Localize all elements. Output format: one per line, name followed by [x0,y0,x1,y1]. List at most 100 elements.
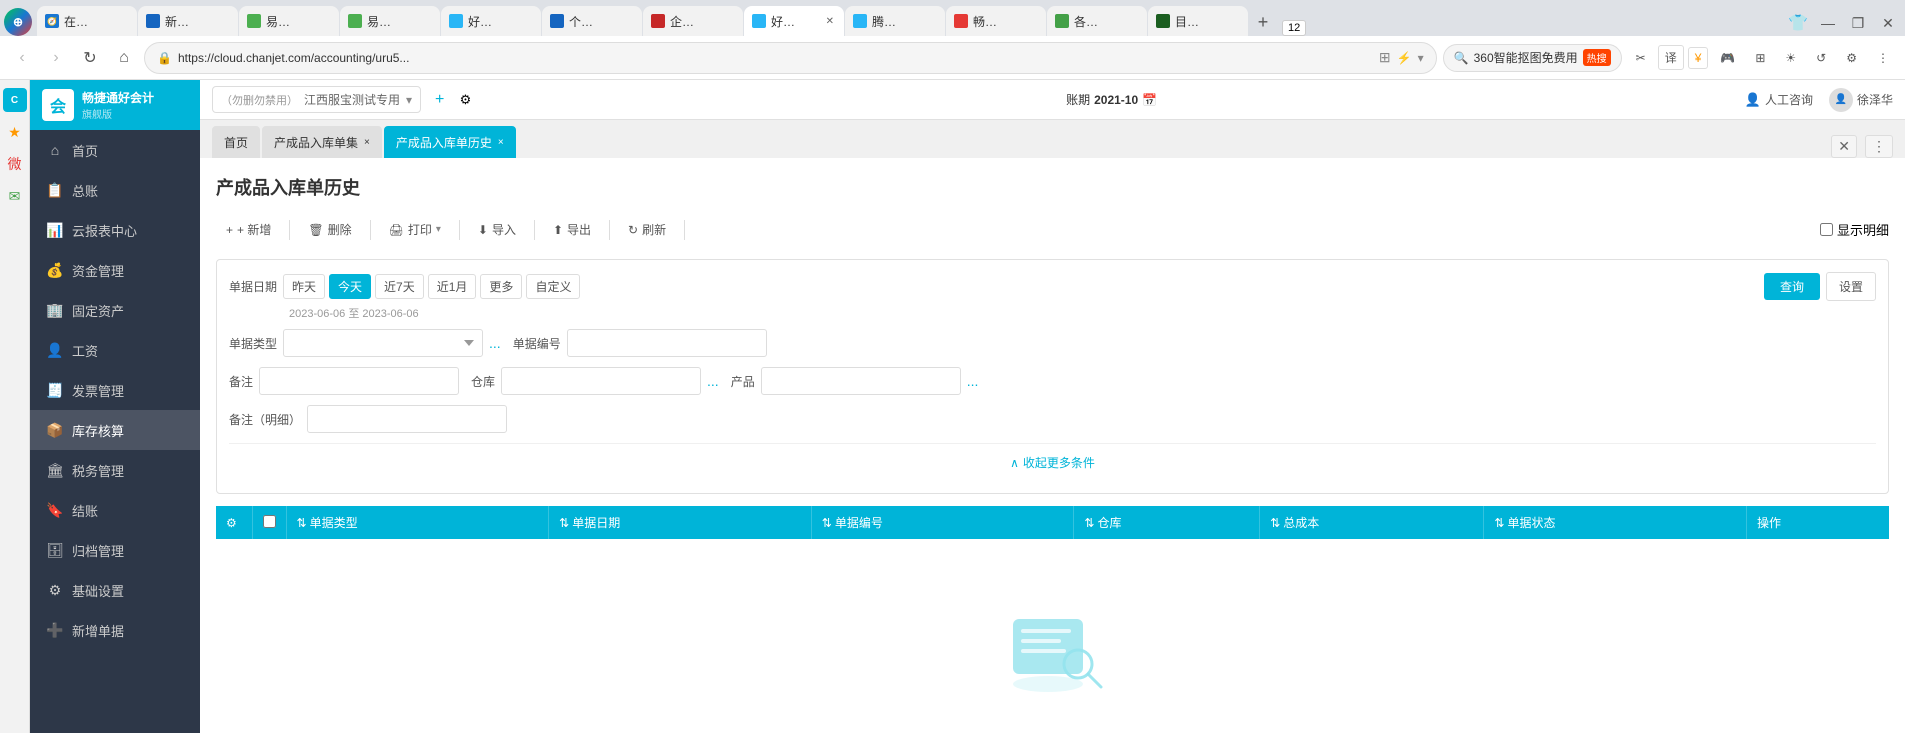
sidebar-item-fixed-assets[interactable]: 🏢 固定资产 [30,290,200,330]
breadcrumb-home-label: 首页 [224,134,248,151]
tab-item[interactable]: 易… [340,6,440,36]
sidebar-item-tax[interactable]: 🏛 税务管理 [30,450,200,490]
tab-close-right-button[interactable]: ✕ [1831,135,1857,158]
icon-bar-item[interactable]: ✉ [3,184,27,208]
breadcrumb-close-icon[interactable]: × [364,137,370,148]
breadcrumb-bill-list[interactable]: 产成品入库单集 × [262,126,382,158]
sidebar-item-cloud-report[interactable]: 📊 云报表中心 [30,210,200,250]
date-1month-btn[interactable]: 近1月 [428,274,477,299]
window-minimize-button[interactable]: — [1815,10,1841,36]
bill-no-input[interactable] [567,329,767,357]
tab-item-active[interactable]: 好… ✕ [744,6,844,36]
sidebar-item-ledger[interactable]: 📋 总账 [30,170,200,210]
th-checkbox[interactable] [252,506,286,539]
date-yesterday-btn[interactable]: 昨天 [283,274,325,299]
icon-bar-item[interactable]: 微 [3,152,27,176]
th-total-cost-label: 总成本 [1283,514,1319,531]
th-bill-no[interactable]: ⇅ 单据编号 [811,506,1074,539]
th-gear[interactable]: ⚙ [216,506,252,539]
breadcrumb-close-active-icon[interactable]: × [498,137,504,148]
th-bill-date[interactable]: ⇅ 单据日期 [549,506,812,539]
tab-close-icon[interactable]: ✕ [824,14,836,29]
remark-detail-input[interactable] [307,405,507,433]
dropdown-icon[interactable]: ▾ [1418,51,1424,65]
new-tab-button[interactable]: + [1249,8,1277,36]
sidebar-item-payroll[interactable]: 👤 工资 [30,330,200,370]
refresh-button[interactable]: ↻ [76,44,104,72]
company-selector[interactable]: （勿删勿禁用） 江西服宝测试专用 ▾ [212,86,421,113]
bill-no-label: 单据编号 [513,335,561,352]
new-button[interactable]: + + 新增 [216,216,281,243]
sun-tool[interactable]: ☀ [1777,47,1804,69]
yuan-tool[interactable]: ¥ [1688,47,1709,69]
ai-consult-button[interactable]: 👤 人工咨询 [1745,91,1813,108]
date-custom-btn[interactable]: 自定义 [526,274,580,299]
tab-item[interactable]: 好… [441,6,541,36]
th-bill-type[interactable]: ⇅ 单据类型 [286,506,549,539]
app-logo-icon[interactable]: C [3,88,27,112]
address-bar[interactable]: 🔒 https://cloud.chanjet.com/accounting/u… [144,42,1437,74]
query-button[interactable]: 查询 [1764,273,1820,300]
remark-input[interactable] [259,367,459,395]
tab-item[interactable]: 畅… [946,6,1046,36]
print-button[interactable]: 🖨 打印 ▾ [379,216,451,243]
export-button[interactable]: ⬆ 导出 [543,216,601,243]
back-button[interactable]: ‹ [8,44,36,72]
date-today-btn[interactable]: 今天 [329,274,371,299]
settings-tool[interactable]: ⚙ [1838,47,1865,69]
grid-tool[interactable]: ⊞ [1747,47,1773,69]
window-restore-button[interactable]: ❐ [1845,10,1871,36]
translate-tool[interactable]: 译 [1658,45,1684,70]
icon-bar-item[interactable]: ★ [3,120,27,144]
warehouse-input[interactable] [501,367,701,395]
warehouse-dots[interactable]: ... [707,373,719,389]
company-settings-icon[interactable]: ⚙ [452,87,478,113]
tab-item[interactable]: 企… [643,6,743,36]
undo-tool[interactable]: ↺ [1808,47,1834,69]
sidebar-item-archive[interactable]: 🗄 归档管理 [30,530,200,570]
tab-item[interactable]: 目… [1148,6,1248,36]
collapse-button[interactable]: ∧ 收起更多条件 [1002,450,1103,475]
company-add-button[interactable]: + [435,91,444,109]
product-input[interactable] [761,367,961,395]
tab-item[interactable]: 新… [138,6,238,36]
sidebar-item-invoice[interactable]: 🧾 发票管理 [30,370,200,410]
th-warehouse[interactable]: ⇅ 仓库 [1074,506,1260,539]
forward-button[interactable]: › [42,44,70,72]
th-bill-status[interactable]: ⇅ 单据状态 [1484,506,1747,539]
user-avatar[interactable]: 👤 徐泽华 [1829,88,1893,112]
browser-search-box[interactable]: 🔍 360智能抠图免费用 热搜 [1443,44,1622,72]
sidebar-item-inventory[interactable]: 📦 库存核算 [30,410,200,450]
sidebar-item-basic-settings[interactable]: ⚙ 基础设置 [30,570,200,610]
breadcrumb-home[interactable]: 首页 [212,126,260,158]
settings-button[interactable]: 设置 [1826,272,1876,301]
scissors-tool[interactable]: ✂ [1628,47,1654,69]
calendar-icon[interactable]: 📅 [1142,93,1157,107]
breadcrumb-bill-history[interactable]: 产成品入库单历史 × [384,126,516,158]
home-button[interactable]: ⌂ [110,44,138,72]
import-button[interactable]: ⬇ 导入 [468,216,526,243]
date-more-btn[interactable]: 更多 [480,274,522,299]
date-7days-btn[interactable]: 近7天 [375,274,424,299]
tab-item[interactable]: 易… [239,6,339,36]
bill-type-select[interactable] [283,329,483,357]
delete-button[interactable]: 🗑 删除 [298,216,361,243]
tab-more-button[interactable]: ⋮ [1865,135,1893,158]
tab-item[interactable]: 各… [1047,6,1147,36]
tab-item[interactable]: 个… [542,6,642,36]
window-close-button[interactable]: ✕ [1875,10,1901,36]
tab-item[interactable]: 🧭 在… [37,6,137,36]
game-tool[interactable]: 🎮 [1712,47,1743,69]
sidebar-item-home[interactable]: ⌂ 首页 [30,130,200,170]
th-total-cost[interactable]: ⇅ 总成本 [1260,506,1484,539]
select-all-checkbox[interactable] [263,515,276,528]
tab-item[interactable]: 腾… [845,6,945,36]
sidebar-item-checkout[interactable]: 🔖 结账 [30,490,200,530]
window-shirt-icon[interactable]: 👕 [1785,10,1811,36]
show-detail-checkbox[interactable] [1820,223,1833,236]
sidebar-item-new-bill[interactable]: ➕ 新增单据 [30,610,200,650]
more-tool[interactable]: ⋮ [1869,47,1897,69]
refresh-button[interactable]: ↻ 刷新 [618,216,676,243]
sidebar-item-finance[interactable]: 💰 资金管理 [30,250,200,290]
product-dots[interactable]: ... [967,373,979,389]
